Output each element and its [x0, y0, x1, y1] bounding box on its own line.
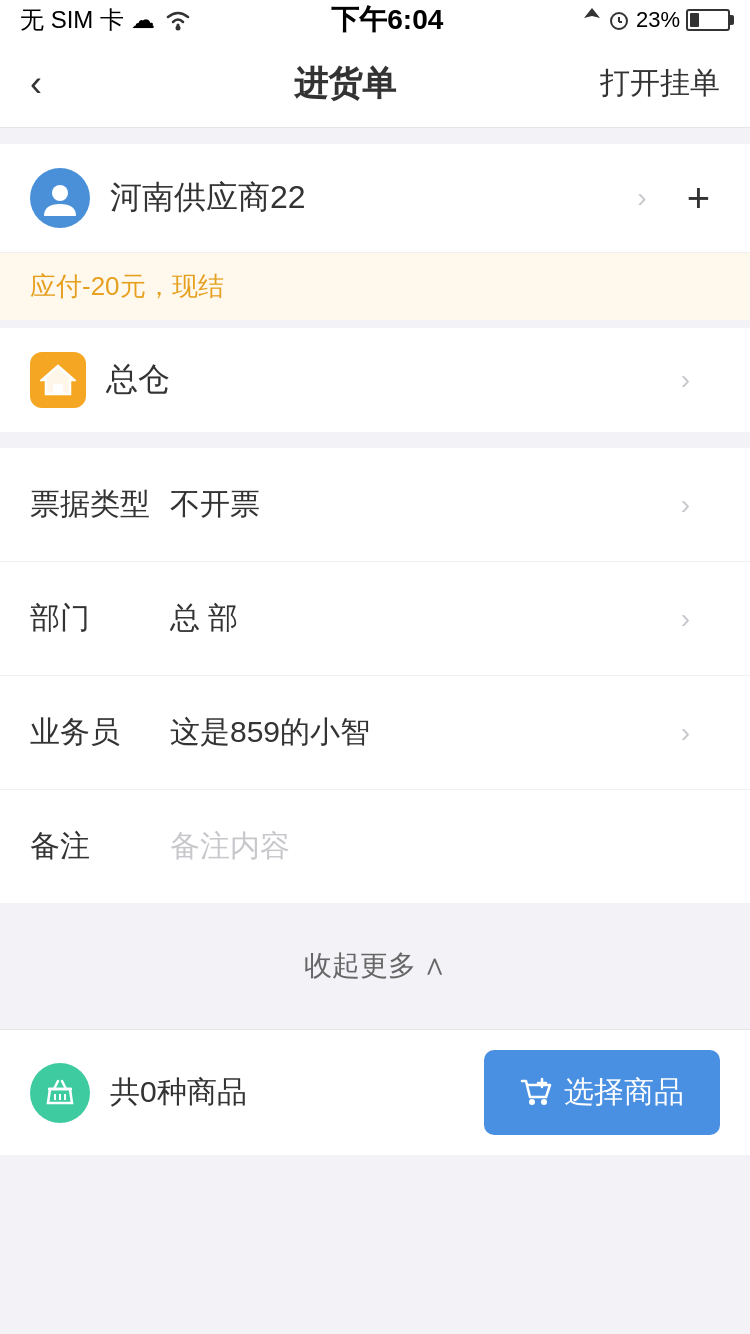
invoice-type-label: 票据类型 [30, 484, 170, 525]
department-value: 总 部 [170, 598, 681, 639]
home-icon [40, 364, 76, 396]
warehouse-chevron-icon: › [681, 364, 690, 396]
top-divider [0, 128, 750, 144]
battery-percentage: 23% [636, 7, 680, 33]
back-button[interactable]: ‹ [30, 63, 90, 105]
sales-rep-label: 业务员 [30, 712, 170, 753]
add-button[interactable]: + [677, 176, 720, 221]
svg-point-0 [175, 26, 180, 31]
basket-icon [42, 1075, 78, 1111]
supplier-avatar [30, 168, 90, 228]
sales-rep-chevron-icon: › [681, 717, 690, 749]
sales-rep-value: 这是859的小智 [170, 712, 681, 753]
status-time: 下午6:04 [331, 1, 443, 39]
remarks-input[interactable]: 备注内容 [170, 826, 720, 867]
svg-point-10 [529, 1099, 535, 1105]
form-section: 票据类型 不开票 › 部门 总 部 › 业务员 这是859的小智 › 备注 备注… [0, 448, 750, 903]
nav-bar: ‹ 进货单 打开挂单 [0, 40, 750, 128]
warehouse-icon [30, 352, 86, 408]
wifi-icon [163, 9, 193, 31]
supplier-section: 河南供应商22 › + 应付-20元，现结 [0, 144, 750, 320]
product-count-label: 共0种商品 [110, 1072, 484, 1113]
status-right: 23% [582, 7, 730, 33]
department-row[interactable]: 部门 总 部 › [0, 562, 750, 676]
status-bar: 无 SIM 卡 ☁ 下午6:04 23% [0, 0, 750, 40]
department-chevron-icon: › [681, 603, 690, 635]
balance-notice: 应付-20元，现结 [0, 253, 750, 320]
open-pending-button[interactable]: 打开挂单 [600, 63, 720, 104]
department-label: 部门 [30, 598, 170, 639]
svg-point-4 [52, 185, 68, 201]
invoice-type-row[interactable]: 票据类型 不开票 › [0, 448, 750, 562]
collapse-button[interactable]: 收起更多 ∧ [0, 919, 750, 1013]
warehouse-row[interactable]: 总仓 › [0, 320, 750, 432]
supplier-row[interactable]: 河南供应商22 › + [0, 144, 750, 253]
svg-point-11 [541, 1099, 547, 1105]
warehouse-name: 总仓 [106, 358, 681, 402]
cart-icon [520, 1077, 552, 1109]
select-product-button[interactable]: 选择商品 [484, 1050, 720, 1135]
select-product-label: 选择商品 [564, 1072, 684, 1113]
status-left: 无 SIM 卡 ☁ [20, 4, 193, 36]
page-background [0, 1155, 750, 1334]
bottom-bar: 共0种商品 选择商品 [0, 1029, 750, 1155]
page-title: 进货单 [294, 61, 396, 107]
person-icon [42, 180, 78, 216]
invoice-type-chevron-icon: › [681, 489, 690, 521]
product-basket-icon [30, 1063, 90, 1123]
location-icon [582, 8, 602, 32]
sim-signal: 无 SIM 卡 ☁ [20, 4, 155, 36]
remarks-row[interactable]: 备注 备注内容 [0, 790, 750, 903]
remarks-label: 备注 [30, 826, 170, 867]
alarm-icon [608, 9, 630, 31]
supplier-chevron-icon: › [637, 182, 646, 214]
supplier-name: 河南供应商22 [110, 176, 637, 220]
sales-rep-row[interactable]: 业务员 这是859的小智 › [0, 676, 750, 790]
battery-icon [686, 9, 730, 31]
invoice-type-value: 不开票 [170, 484, 681, 525]
